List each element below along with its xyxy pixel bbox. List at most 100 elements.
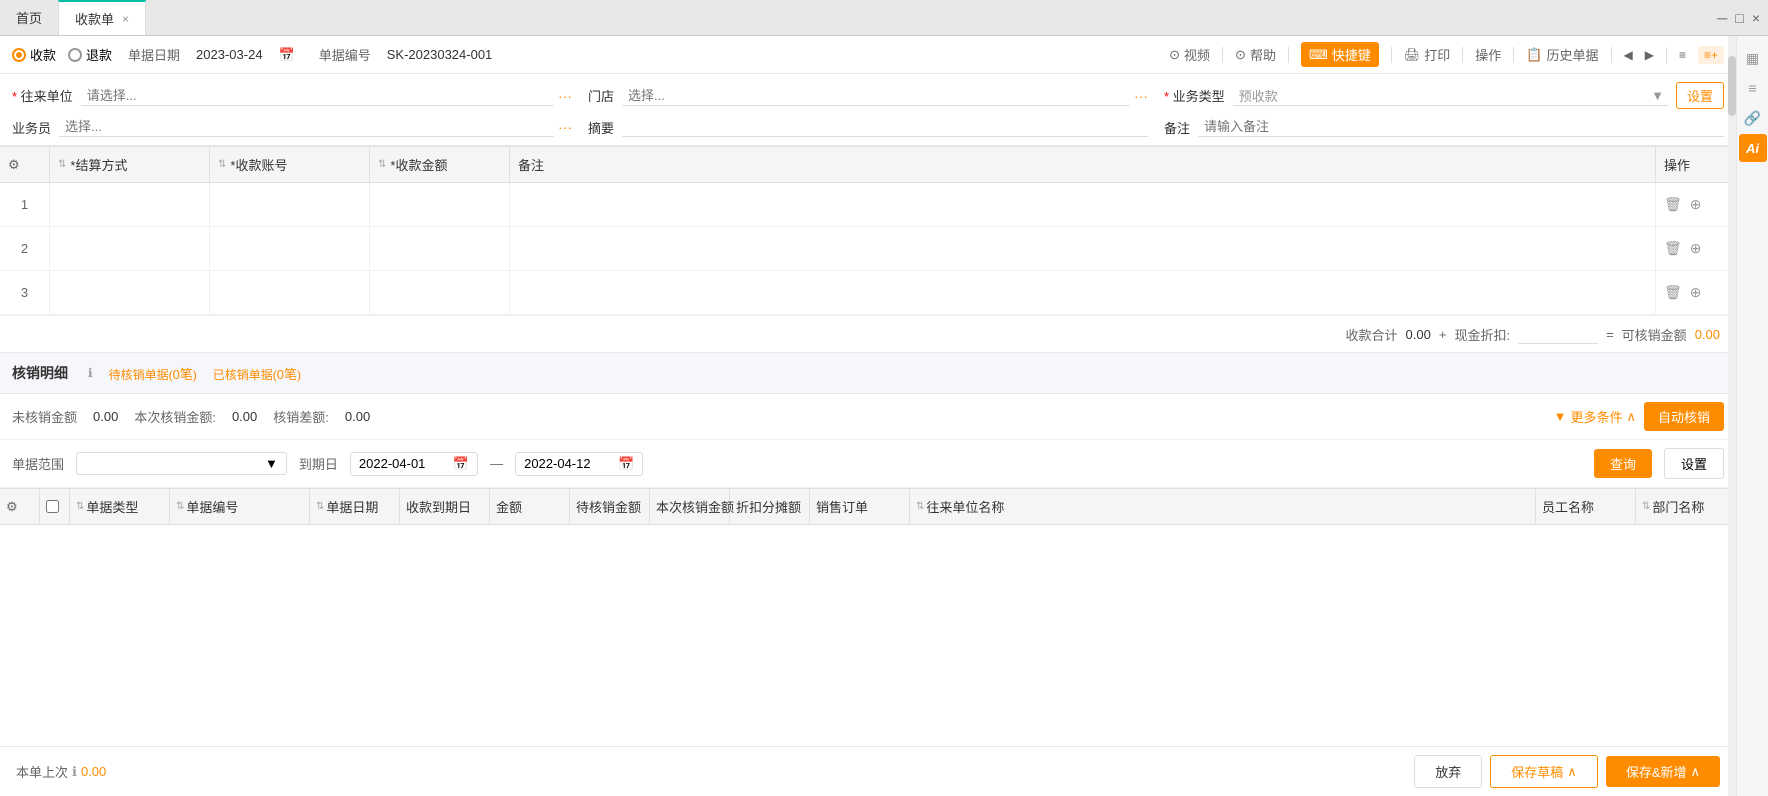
sidebar-ai-icon[interactable]: Ai	[1739, 134, 1767, 162]
business-type-arrow[interactable]: ▼	[1647, 88, 1668, 103]
row-3-amount[interactable]	[370, 271, 510, 314]
shop-input[interactable]	[622, 86, 1130, 106]
row-1-copy-btn[interactable]: ⊕	[1690, 196, 1702, 213]
due-date-start-input[interactable]	[359, 456, 449, 471]
row-1-remarks[interactable]	[510, 183, 1656, 226]
video-btn[interactable]: ⊙ 视频	[1169, 45, 1210, 64]
row-1-amount[interactable]	[370, 183, 510, 226]
history-btn[interactable]: 📋 历史单据	[1526, 45, 1598, 64]
row-1-remarks-input[interactable]	[518, 197, 1647, 212]
expand-btn[interactable]: ≡+	[1698, 46, 1724, 64]
scrollbar[interactable]	[1728, 36, 1736, 796]
row-2-account[interactable]	[210, 227, 370, 270]
settings-btn[interactable]: 设置	[1676, 82, 1724, 109]
row-2-remarks-input[interactable]	[518, 241, 1647, 256]
radio-shoukuan[interactable]: 收款	[12, 45, 56, 64]
tab-home[interactable]: 首页	[0, 0, 58, 35]
query-btn[interactable]: 查询	[1594, 449, 1652, 478]
row-1-delete-btn[interactable]: 🗑	[1664, 196, 1682, 213]
calendar-icon[interactable]: 📅	[279, 47, 295, 63]
pending-verify-link[interactable]: 待核销单据(0笔)	[109, 364, 197, 383]
select-all-checkbox[interactable]	[46, 500, 59, 513]
gear-icon[interactable]: ⚙	[8, 157, 20, 173]
calendar-start-icon[interactable]: 📅	[453, 456, 469, 472]
tab-receipt-close[interactable]: ×	[122, 12, 129, 26]
row-1-settlement-input[interactable]	[58, 197, 201, 212]
sort-amount-icon: ⇅	[378, 159, 386, 170]
row-2-delete-btn[interactable]: 🗑	[1664, 240, 1682, 257]
due-date-start-wrap[interactable]: 📅	[350, 452, 478, 476]
form-row-2: 业务员 ··· 摘要 备注	[12, 117, 1724, 137]
scrollbar-thumb[interactable]	[1728, 56, 1736, 116]
range-select-input[interactable]	[85, 456, 261, 471]
row-3-settlement[interactable]	[50, 271, 210, 314]
row-3-delete-btn[interactable]: 🗑	[1664, 284, 1682, 301]
row-2-settlement[interactable]	[50, 227, 210, 270]
due-date-end-wrap[interactable]: 📅	[515, 452, 643, 476]
summary-input[interactable]	[622, 117, 1148, 137]
row-2-account-input[interactable]	[218, 241, 361, 256]
help-btn[interactable]: ⊙ 帮助	[1235, 45, 1276, 64]
row-3-account-input[interactable]	[218, 285, 361, 300]
row-2-amount[interactable]	[370, 227, 510, 270]
row-3-num: 3	[0, 271, 50, 314]
staff-input[interactable]	[59, 117, 554, 137]
row-3-account[interactable]	[210, 271, 370, 314]
row-2-amount-input[interactable]	[378, 241, 501, 256]
bottom-gear-icon[interactable]: ⚙	[6, 499, 18, 515]
from-unit-input[interactable]	[81, 86, 554, 106]
business-type-input[interactable]	[1233, 86, 1647, 105]
shortcut-btn[interactable]: ⌨ 快捷键	[1301, 42, 1379, 67]
print-btn[interactable]: 🖨 打印	[1404, 45, 1451, 64]
nav-prev-btn[interactable]: ◀	[1624, 48, 1633, 62]
window-minimize[interactable]: ─	[1717, 10, 1727, 26]
bth-doc-type-label: 单据类型	[86, 497, 138, 516]
save-draft-btn[interactable]: 保存草稿 ∧	[1490, 755, 1598, 788]
tab-receipt-label: 收款单	[75, 9, 114, 28]
abandon-btn[interactable]: 放弃	[1414, 755, 1482, 788]
doc-date-value: 2023-03-24	[196, 47, 263, 62]
row-2-remarks[interactable]	[510, 227, 1656, 270]
row-3-copy-btn[interactable]: ⊕	[1690, 284, 1702, 301]
row-1-amount-input[interactable]	[378, 197, 501, 212]
save-new-btn[interactable]: 保存&新增 ∧	[1606, 756, 1720, 787]
sidebar-table-icon[interactable]: ▦	[1739, 44, 1767, 72]
row-3-amount-input[interactable]	[378, 285, 501, 300]
more-conditions-btn[interactable]: ▼ 更多条件 ∧	[1554, 407, 1636, 426]
range-select[interactable]: ▼	[76, 452, 287, 475]
done-verify-link[interactable]: 已核销单据(0笔)	[213, 364, 301, 383]
row-1-settlement[interactable]	[50, 183, 210, 226]
staff-more-btn[interactable]: ···	[558, 119, 572, 135]
sidebar-link-icon[interactable]: 🔗	[1739, 104, 1767, 132]
tab-receipt[interactable]: 收款单 ×	[58, 0, 146, 35]
shop-more-btn[interactable]: ···	[1134, 88, 1148, 104]
operate-btn[interactable]: 操作	[1475, 45, 1501, 64]
info-icon-footer[interactable]: ℹ	[72, 764, 77, 780]
save-draft-arrow[interactable]: ∧	[1567, 764, 1577, 780]
auto-verify-btn[interactable]: 自动核销	[1644, 402, 1724, 431]
window-close[interactable]: ×	[1752, 10, 1760, 26]
row-2-copy-btn[interactable]: ⊕	[1690, 240, 1702, 257]
payment-type-group: 收款 退款	[12, 45, 112, 64]
form-area: 往来单位 ··· 门店 ··· 业务类型 ▼ 设置	[0, 74, 1736, 146]
window-maximize[interactable]: □	[1735, 10, 1743, 26]
row-3-settlement-input[interactable]	[58, 285, 201, 300]
nav-next-btn[interactable]: ▶	[1645, 48, 1654, 62]
bth-sales-order: 销售订单	[810, 489, 910, 524]
save-new-arrow[interactable]: ∧	[1690, 764, 1700, 780]
row-2-settlement-input[interactable]	[58, 241, 201, 256]
verify-info-icon[interactable]: ℹ	[88, 366, 93, 380]
layout-btn[interactable]: ≡	[1679, 48, 1686, 62]
row-3-remarks[interactable]	[510, 271, 1656, 314]
due-date-end-input[interactable]	[524, 456, 614, 471]
remarks-input[interactable]	[1198, 117, 1724, 137]
row-3-remarks-input[interactable]	[518, 285, 1647, 300]
calendar-end-icon[interactable]: 📅	[618, 456, 634, 472]
radio-tuikuan[interactable]: 退款	[68, 45, 112, 64]
row-1-account-input[interactable]	[218, 197, 361, 212]
discount-input[interactable]	[1518, 324, 1598, 344]
from-unit-more-btn[interactable]: ···	[558, 88, 572, 104]
sidebar-list-icon[interactable]: ≡	[1739, 74, 1767, 102]
date-setting-btn[interactable]: 设置	[1664, 448, 1724, 479]
row-1-account[interactable]	[210, 183, 370, 226]
